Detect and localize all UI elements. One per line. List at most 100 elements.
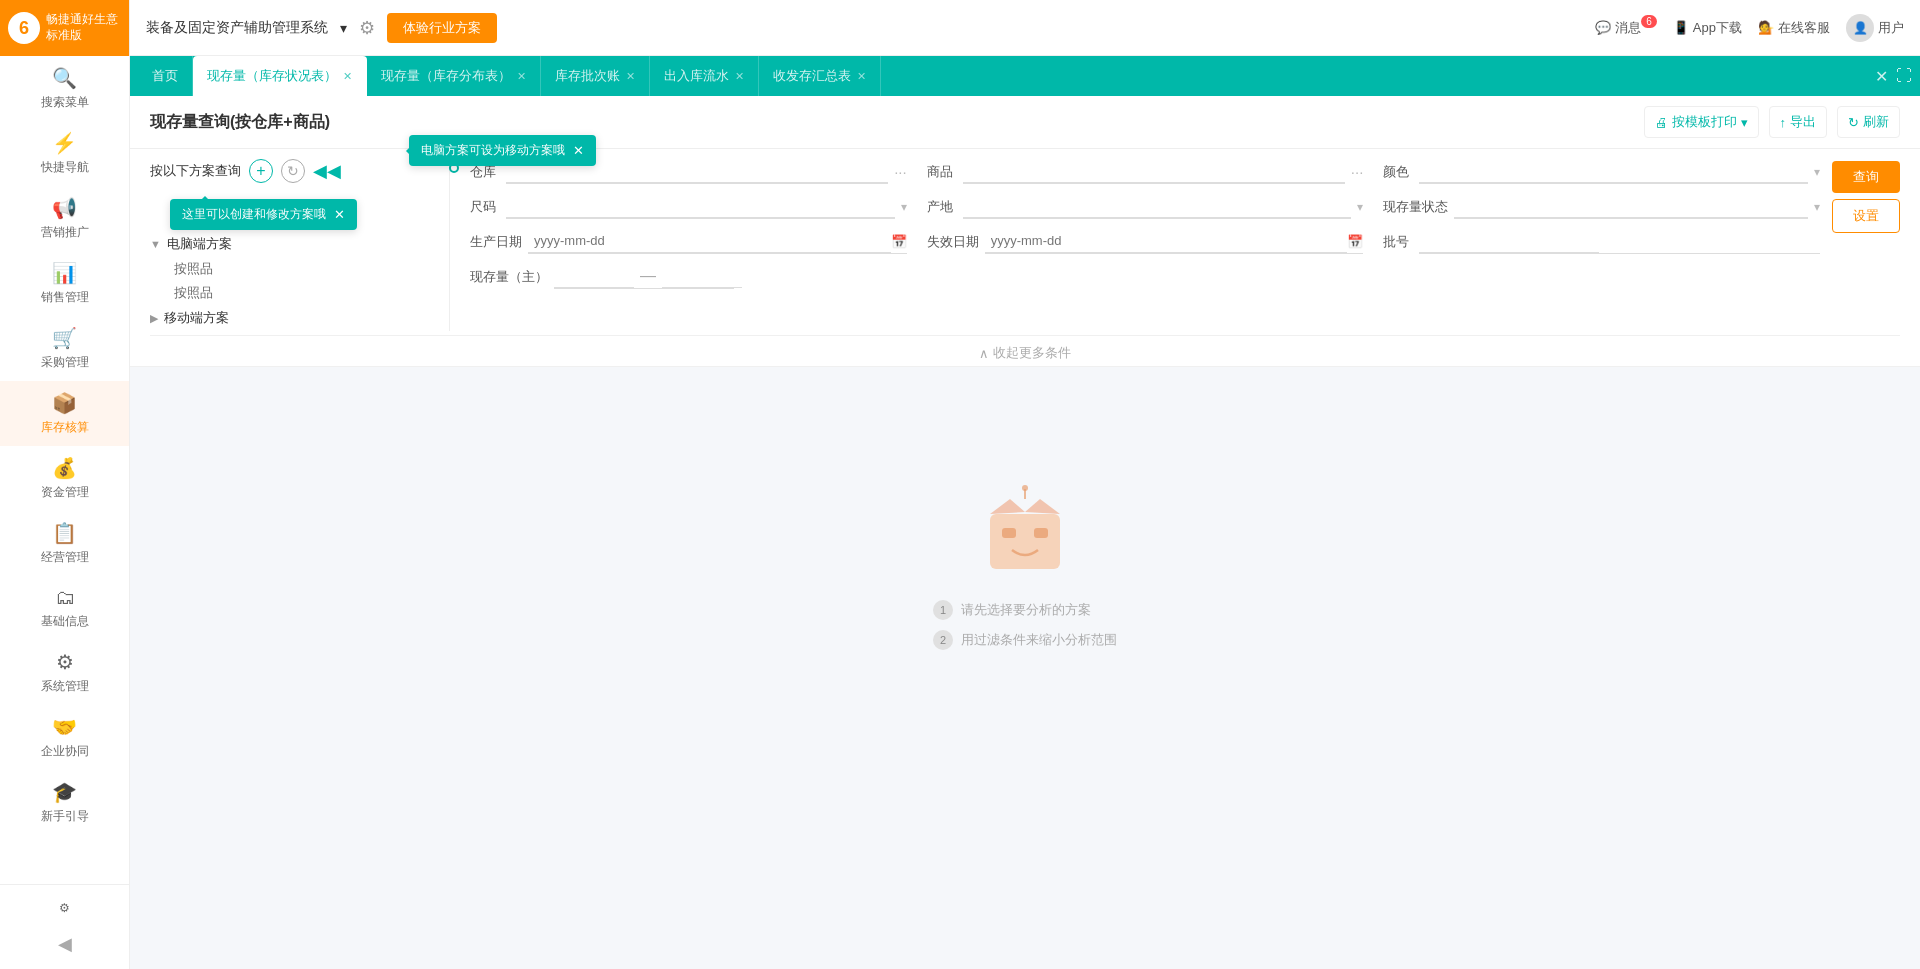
export-btn[interactable]: ↑ 导出 xyxy=(1769,106,1828,138)
tab-close-batch-ledger[interactable]: ✕ xyxy=(626,70,635,83)
size-input[interactable] xyxy=(506,194,895,218)
purchase-icon: 🛒 xyxy=(52,326,77,350)
refresh-scheme-btn[interactable]: ↻ xyxy=(281,159,305,183)
tab-close-inventory-status[interactable]: ✕ xyxy=(343,70,352,83)
sidebar-item-nav[interactable]: ⚡ 快捷导航 xyxy=(0,121,129,186)
sidebar-item-finance[interactable]: 💰 资金管理 xyxy=(0,446,129,511)
tooltip1-close[interactable]: ✕ xyxy=(573,143,584,158)
scheme-group-mobile-header[interactable]: ▶ 移动端方案 xyxy=(150,305,433,331)
sidebar-collapse-btn[interactable]: ◀ xyxy=(0,925,129,963)
sidebar-item-inventory[interactable]: 📦 库存核算 xyxy=(0,381,129,446)
stock-main-input-to[interactable] xyxy=(662,264,742,288)
scheme-group-desktop: ▼ 电脑端方案 按照品 按照品 xyxy=(150,231,433,305)
sidebar-item-sales[interactable]: 📊 销售管理 xyxy=(0,251,129,316)
sidebar-item-coop[interactable]: 🤝 企业协同 xyxy=(0,705,129,770)
content-area: 现存量查询(按仓库+商品) 🖨 按模板打印 ▾ ↑ 导出 ↻ 刷新 xyxy=(130,96,1920,969)
fullscreen-icon[interactable]: ⛶ xyxy=(1896,67,1912,85)
hint-num-2: 2 xyxy=(933,630,953,650)
refresh-icon: ↻ xyxy=(1848,115,1859,130)
print-dropdown-icon: ▾ xyxy=(1741,115,1748,130)
sidebar-item-ops[interactable]: 📋 经营管理 xyxy=(0,511,129,576)
batch-input[interactable] xyxy=(1419,229,1599,253)
reset-button[interactable]: 设置 xyxy=(1832,199,1900,233)
tooltip2-close[interactable]: ✕ xyxy=(334,207,345,222)
goods-dots[interactable]: ··· xyxy=(1351,163,1364,180)
tab-inout-summary[interactable]: 收发存汇总表 ✕ xyxy=(759,56,881,96)
sidebar-item-purchase[interactable]: 🛒 采购管理 xyxy=(0,316,129,381)
batch-label: 批号 xyxy=(1383,233,1413,251)
tab-inout-flow[interactable]: 出入库流水 ✕ xyxy=(650,56,759,96)
exp-date-label: 失效日期 xyxy=(927,233,979,251)
stock-main-input-wrap: — xyxy=(554,264,734,289)
system-selector[interactable]: ▾ xyxy=(340,20,347,36)
tooltip1-popup: 电脑方案可设为移动方案哦 ✕ xyxy=(409,135,596,166)
tab-inventory-status[interactable]: 现存量（库存状况表） ✕ xyxy=(193,56,367,96)
stock-status-input[interactable] xyxy=(1454,194,1808,218)
sidebar-item-marketing[interactable]: 📢 营销推广 xyxy=(0,186,129,251)
message-badge: 6 xyxy=(1641,15,1657,28)
hint-num-1: 1 xyxy=(933,600,953,620)
stock-main-input-from[interactable] xyxy=(554,264,634,288)
exp-date-cal-icon[interactable]: 📅 xyxy=(1347,234,1363,249)
tab-inventory-dist[interactable]: 现存量（库存分布表） ✕ xyxy=(367,56,541,96)
add-scheme-btn[interactable]: + xyxy=(249,159,273,183)
exp-date-field: 失效日期 📅 xyxy=(927,229,1364,254)
phone-icon: 📱 xyxy=(1673,20,1689,35)
sidebar-item-search[interactable]: 🔍 搜索菜单 xyxy=(0,56,129,121)
batch-field: 批号 xyxy=(1383,229,1820,254)
scheme-item-desktop-2[interactable]: 按照品 xyxy=(168,281,433,305)
origin-input[interactable] xyxy=(963,194,1352,218)
tabs-bar: 首页 现存量（库存状况表） ✕ 现存量（库存分布表） ✕ 库存批次账 ✕ 出入库… xyxy=(130,56,1920,96)
filter-label: 按以下方案查询 xyxy=(150,162,241,180)
origin-dropdown-icon[interactable]: ▾ xyxy=(1357,200,1363,214)
svg-rect-0 xyxy=(990,514,1060,569)
ops-icon: 📋 xyxy=(52,521,77,545)
tab-close-inout-flow[interactable]: ✕ xyxy=(735,70,744,83)
arrow-left-btn[interactable]: ◀◀ xyxy=(313,160,341,182)
refresh-btn[interactable]: ↻ 刷新 xyxy=(1837,106,1900,138)
sidebar-settings-btn[interactable]: ⚙ xyxy=(0,891,129,925)
trial-button[interactable]: 体验行业方案 xyxy=(387,13,497,43)
collapse-row[interactable]: ∧ 收起更多条件 xyxy=(150,335,1900,366)
goods-input[interactable] xyxy=(963,159,1345,183)
tab-home[interactable]: 首页 xyxy=(138,56,193,96)
color-input[interactable] xyxy=(1419,159,1808,183)
tab-close-inventory-dist[interactable]: ✕ xyxy=(517,70,526,83)
filter-main-row: 按以下方案查询 + ↻ ◀◀ 电脑方案可设为移动方案哦 ✕ xyxy=(150,159,1900,331)
prod-date-input-wrap: 📅 xyxy=(528,229,907,254)
prod-date-input[interactable] xyxy=(528,229,891,253)
tab-close-inout-summary[interactable]: ✕ xyxy=(857,70,866,83)
content-header: 现存量查询(按仓库+商品) 🖨 按模板打印 ▾ ↑ 导出 ↻ 刷新 xyxy=(130,96,1920,149)
tab-batch-ledger[interactable]: 库存批次账 ✕ xyxy=(541,56,650,96)
empty-hint-2: 2 用过滤条件来缩小分析范围 xyxy=(933,630,1117,650)
topbar-settings-btn[interactable]: ⚙ xyxy=(359,17,375,39)
filter-fields-area: 仓库 ··· 商品 ··· xyxy=(450,159,1820,305)
sidebar-item-base[interactable]: 🗂 基础信息 xyxy=(0,576,129,640)
search-icon: 🔍 xyxy=(52,66,77,90)
close-all-icon[interactable]: ✕ xyxy=(1875,67,1888,86)
online-service-btn[interactable]: 💁 在线客服 xyxy=(1758,19,1830,37)
nav-icon: ⚡ xyxy=(52,131,77,155)
print-btn[interactable]: 🖨 按模板打印 ▾ xyxy=(1644,106,1759,138)
warehouse-dots[interactable]: ··· xyxy=(894,163,907,180)
message-icon: 💬 xyxy=(1595,20,1611,35)
logo-icon: 6 xyxy=(8,12,40,44)
sidebar: 6 畅捷通好生意 标准版 🔍 搜索菜单 ⚡ 快捷导航 📢 营销推广 📊 销售管理… xyxy=(0,0,130,969)
message-btn[interactable]: 💬 消息 6 xyxy=(1595,19,1657,37)
chevron-right-icon: ▶ xyxy=(150,312,158,325)
logo-area: 6 畅捷通好生意 标准版 xyxy=(0,0,129,56)
scheme-group-desktop-header[interactable]: ▼ 电脑端方案 xyxy=(150,231,433,257)
size-dropdown-icon[interactable]: ▾ xyxy=(901,200,907,214)
batch-input-wrap xyxy=(1419,229,1820,254)
app-download-btn[interactable]: 📱 App下载 xyxy=(1673,19,1742,37)
exp-date-input[interactable] xyxy=(985,229,1348,253)
stock-main-dash: — xyxy=(634,267,662,285)
chevron-up-icon: ∧ xyxy=(979,346,989,361)
prod-date-cal-icon[interactable]: 📅 xyxy=(891,234,907,249)
search-button[interactable]: 查询 xyxy=(1832,161,1900,193)
sidebar-item-system[interactable]: ⚙ 系统管理 xyxy=(0,640,129,705)
scheme-item-desktop-1[interactable]: 按照品 xyxy=(168,257,433,281)
user-area[interactable]: 👤 用户 xyxy=(1846,14,1904,42)
stock-main-label: 现存量（主） xyxy=(470,268,548,286)
sidebar-item-guide[interactable]: 🎓 新手引导 xyxy=(0,770,129,835)
